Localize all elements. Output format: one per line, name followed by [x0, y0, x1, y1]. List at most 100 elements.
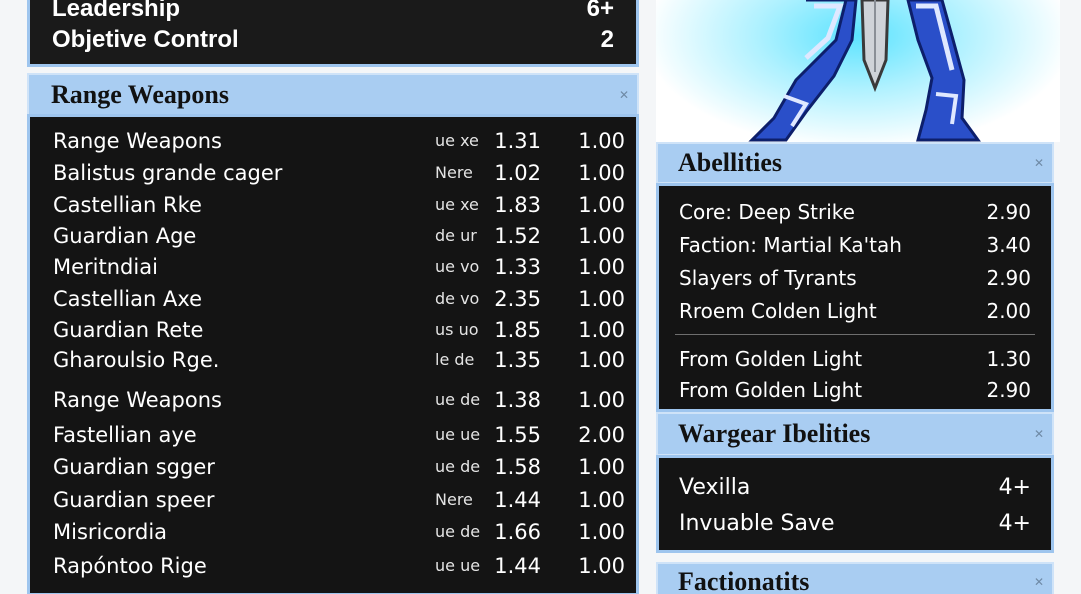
abilities-header[interactable]: Abellities ✕ — [656, 142, 1054, 184]
weapon-value-2: 1.00 — [578, 129, 625, 153]
stat-row-objective-control: Objetive Control 2 — [52, 25, 614, 55]
list-item[interactable]: Vexilla 4+ — [679, 472, 1031, 502]
close-icon[interactable]: ✕ — [619, 88, 629, 102]
weapon-value-1: 1.83 — [494, 193, 541, 217]
weapon-value-1: 1.44 — [494, 488, 541, 512]
table-row[interactable]: Rapóntoo Rige ue ue 1.44 1.00 — [50, 551, 625, 581]
ability-value: 2.00 — [986, 299, 1031, 323]
table-row[interactable]: Castellian Rke ue xe 1.83 1.00 — [50, 190, 625, 220]
weapon-type: ue de — [435, 390, 481, 409]
weapon-type: Nere — [435, 163, 473, 182]
close-icon[interactable]: ✕ — [1034, 427, 1044, 441]
wargear-list: Vexilla 4+ Invuable Save 4+ — [656, 455, 1054, 553]
stat-value: 6+ — [586, 0, 614, 22]
weapon-name: Rapóntoo Rige — [53, 554, 207, 578]
close-icon[interactable]: ✕ — [1034, 575, 1044, 589]
list-item[interactable]: Rroem Colden Light 2.00 — [679, 296, 1031, 326]
weapon-name: Guardian sgger — [53, 455, 215, 479]
table-row[interactable]: Guardian Rete us uo 1.85 1.00 — [50, 315, 625, 345]
weapon-name: Guardian speer — [53, 488, 215, 512]
ability-value: 2.90 — [986, 378, 1031, 402]
list-item[interactable]: Slayers of Tyrants 2.90 — [679, 263, 1031, 293]
weapon-type: ue ue — [435, 556, 481, 575]
weapon-value-1: 1.44 — [494, 554, 541, 578]
weapon-value-1: 1.66 — [494, 520, 541, 544]
wargear-value: 4+ — [998, 474, 1031, 500]
weapon-value-1: 1.35 — [494, 348, 541, 372]
unit-portrait — [656, 0, 1060, 142]
table-row[interactable]: Fastellian aye ue ue 1.55 2.00 — [50, 420, 625, 450]
ability-name: Core: Deep Strike — [679, 200, 855, 224]
weapon-type: ue de — [435, 522, 481, 541]
stat-label: Objetive Control — [52, 26, 239, 53]
weapon-value-2: 2.00 — [578, 423, 625, 447]
weapon-value-2: 1.00 — [578, 224, 625, 248]
ability-value: 2.90 — [986, 266, 1031, 290]
range-weapons-header[interactable]: Range Weapons ✕ — [27, 73, 639, 116]
weapon-value-1: 1.38 — [494, 388, 541, 412]
weapon-value-2: 1.00 — [578, 255, 625, 279]
weapon-name: Gharoulsio Rge. — [53, 348, 220, 372]
ability-name: From Golden Light — [679, 347, 863, 371]
stat-label: Leadership — [52, 0, 181, 22]
ability-value: 1.30 — [986, 347, 1031, 371]
stat-row-leadership: Leadership 6+ — [52, 0, 614, 24]
list-item[interactable]: Invuable Save 4+ — [679, 508, 1031, 538]
table-row[interactable]: Guardian sgger ue de 1.58 1.00 — [50, 452, 625, 482]
table-row[interactable]: Range Weapons ue xe 1.31 1.00 — [50, 126, 625, 156]
weapon-value-1: 1.52 — [494, 224, 541, 248]
abilities-title: Abellities — [678, 148, 782, 177]
wargear-header[interactable]: Wargear Ibelities ✕ — [656, 412, 1054, 456]
wargear-name: Vexilla — [679, 474, 751, 500]
weapon-type: ue xe — [435, 195, 479, 214]
list-item[interactable]: Faction: Martial Ka'tah 3.40 — [679, 230, 1031, 260]
weapon-name: Guardian Age — [53, 224, 197, 248]
ability-value: 3.40 — [986, 233, 1031, 257]
faction-title: Factionatits — [678, 567, 810, 594]
weapon-type: ue de — [435, 457, 481, 476]
abilities-list: Core: Deep Strike 2.90 Faction: Martial … — [656, 183, 1054, 412]
weapon-type: ue ue — [435, 425, 481, 444]
weapon-value-1: 2.35 — [494, 287, 541, 311]
ability-name: From Golden Light — [679, 378, 863, 402]
weapon-type: de vo — [435, 289, 480, 308]
ability-name: Slayers of Tyrants — [679, 266, 857, 290]
weapon-value-1: 1.02 — [494, 161, 541, 185]
faction-header[interactable]: Factionatits ✕ — [656, 562, 1054, 594]
list-item[interactable]: Core: Deep Strike 2.90 — [679, 197, 1031, 227]
weapon-value-2: 1.00 — [578, 161, 625, 185]
range-weapons-table: Range Weapons ue xe 1.31 1.00 Balistus g… — [27, 114, 639, 594]
table-row[interactable]: Balistus grande cager Nere 1.02 1.00 — [50, 158, 625, 188]
table-row[interactable]: Meritndiai ue vo 1.33 1.00 — [50, 252, 625, 282]
weapon-name: Meritndiai — [53, 255, 158, 279]
weapon-value-2: 1.00 — [578, 287, 625, 311]
weapon-value-2: 1.00 — [578, 488, 625, 512]
weapon-name: Range Weapons — [53, 129, 222, 153]
table-row[interactable]: Range Weapons ue de 1.38 1.00 — [50, 385, 625, 415]
weapon-type: le de — [435, 350, 475, 369]
table-row[interactable]: Guardian speer Nere 1.44 1.00 — [50, 485, 625, 515]
weapon-type: us uo — [435, 320, 479, 339]
table-row[interactable]: Misricordia ue de 1.66 1.00 — [50, 517, 625, 547]
table-row[interactable]: Castellian Axe de vo 2.35 1.00 — [50, 284, 625, 314]
close-icon[interactable]: ✕ — [1034, 156, 1044, 170]
range-weapons-title: Range Weapons — [51, 79, 229, 109]
weapon-value-2: 1.00 — [578, 455, 625, 479]
ability-name: Rroem Colden Light — [679, 299, 877, 323]
ability-name: Faction: Martial Ka'tah — [679, 233, 902, 257]
list-item[interactable]: From Golden Light 1.30 — [679, 344, 1031, 374]
weapon-name: Castellian Rke — [53, 193, 202, 217]
weapon-value-1: 1.55 — [494, 423, 541, 447]
table-row[interactable]: Gharoulsio Rge. le de 1.35 1.00 — [50, 345, 625, 375]
table-row[interactable]: Guardian Age de ur 1.52 1.00 — [50, 221, 625, 251]
weapon-name: Fastellian aye — [53, 423, 197, 447]
list-item[interactable]: From Golden Light 2.90 — [679, 375, 1031, 405]
weapon-value-2: 1.00 — [578, 348, 625, 372]
weapon-type: ue vo — [435, 257, 480, 276]
stat-value: 2 — [600, 26, 614, 53]
weapon-value-2: 1.00 — [578, 554, 625, 578]
characteristics-panel: Leadership 6+ Objetive Control 2 — [27, 0, 639, 67]
weapon-value-2: 1.00 — [578, 193, 625, 217]
weapon-name: Guardian Rete — [53, 318, 204, 342]
weapon-value-2: 1.00 — [578, 318, 625, 342]
